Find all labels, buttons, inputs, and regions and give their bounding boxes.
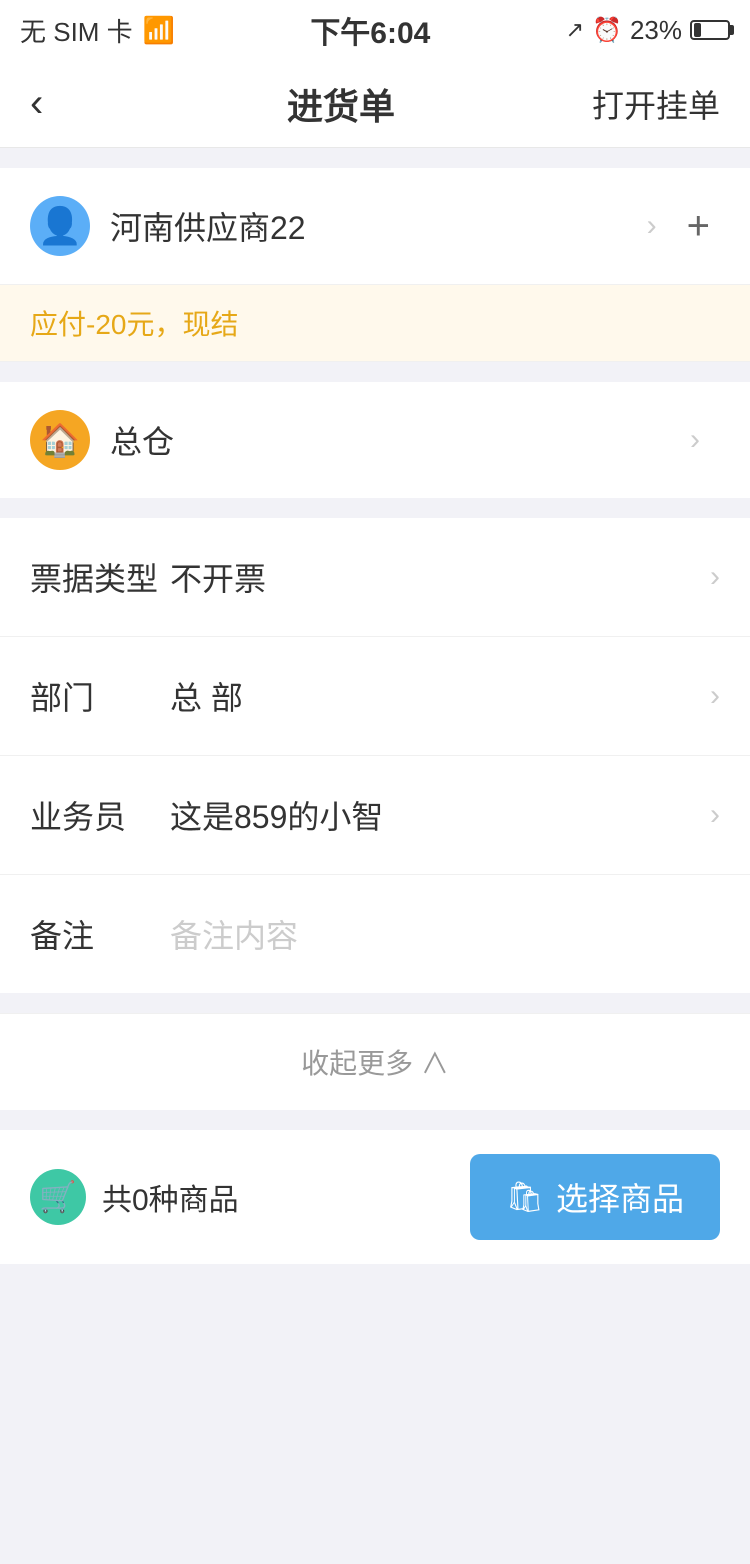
avatar: 👤 [30, 196, 90, 256]
back-button[interactable]: ‹ [30, 81, 90, 126]
wifi-icon: 📶 [143, 15, 175, 46]
add-supplier-button[interactable]: + [677, 204, 720, 249]
chevron-right-icon3: › [710, 560, 720, 594]
invoice-type-row[interactable]: 票据类型 不开票 › [0, 518, 750, 637]
department-label: 部门 [30, 673, 170, 719]
supplier-section: 👤 河南供应商22 › + 应付-20元，现结 [0, 168, 750, 362]
salesperson-label: 业务员 [30, 792, 170, 838]
department-row[interactable]: 部门 总 部 › [0, 637, 750, 756]
product-icon: 🛒 [39, 1180, 76, 1215]
department-value: 总 部 [170, 673, 710, 719]
carrier-text: 无 SIM 卡 [20, 12, 133, 49]
invoice-type-value: 不开票 [170, 554, 710, 600]
product-count-wrap: 🛒 共0种商品 [30, 1169, 239, 1225]
nav-bar: ‹ 进货单 打开挂单 [0, 60, 750, 148]
invoice-type-label: 票据类型 [30, 554, 170, 600]
cart-plus-icon: 🛍 [506, 1180, 544, 1215]
alarm-icon: ⏰ [592, 16, 622, 45]
select-product-label: 选择商品 [556, 1174, 684, 1220]
remark-row[interactable]: 备注 备注内容 [0, 875, 750, 993]
salesperson-row[interactable]: 业务员 这是859的小智 › [0, 756, 750, 875]
notice-text: 应付-20元，现结 [30, 309, 238, 340]
location-icon: ↗ [566, 17, 584, 43]
status-right: ↗ ⏰ 23% [566, 15, 730, 46]
collapse-text: 收起更多 ∧ [301, 1042, 449, 1082]
status-time: 下午6:04 [310, 8, 430, 52]
product-icon-wrap: 🛒 [30, 1169, 86, 1225]
gap2 [0, 362, 750, 382]
warehouse-name: 总仓 [110, 417, 690, 463]
warehouse-section: 🏠 总仓 › [0, 382, 750, 498]
remark-input[interactable]: 备注内容 [170, 911, 720, 957]
chevron-right-icon2: › [690, 423, 700, 457]
status-left: 无 SIM 卡 📶 [20, 12, 175, 49]
remark-label: 备注 [30, 911, 170, 957]
supplier-name: 河南供应商22 [110, 203, 647, 249]
battery-text: 23% [630, 15, 682, 46]
salesperson-value: 这是859的小智 [170, 792, 710, 838]
bottom-bar: 🛒 共0种商品 🛍 选择商品 [0, 1130, 750, 1264]
warehouse-icon: 🏠 [40, 421, 80, 459]
chevron-right-icon: › [647, 209, 657, 243]
person-icon: 👤 [38, 205, 83, 247]
chevron-right-icon4: › [710, 679, 720, 713]
battery-icon [690, 20, 730, 40]
open-pending-button[interactable]: 打开挂单 [592, 81, 720, 127]
product-count-text: 共0种商品 [102, 1175, 239, 1219]
gap1 [0, 148, 750, 168]
status-bar: 无 SIM 卡 📶 下午6:04 ↗ ⏰ 23% [0, 0, 750, 60]
form-section: 票据类型 不开票 › 部门 总 部 › 业务员 这是859的小智 › 备注 备注… [0, 518, 750, 993]
warehouse-row[interactable]: 🏠 总仓 › [0, 382, 750, 498]
chevron-right-icon5: › [710, 798, 720, 832]
page-bg [0, 1264, 750, 1564]
supplier-row[interactable]: 👤 河南供应商22 › + [0, 168, 750, 285]
page-title: 进货单 [287, 78, 395, 130]
notice-bar: 应付-20元，现结 [0, 285, 750, 362]
collapse-row[interactable]: 收起更多 ∧ [0, 1013, 750, 1110]
select-product-button[interactable]: 🛍 选择商品 [470, 1154, 720, 1240]
warehouse-icon-wrap: 🏠 [30, 410, 90, 470]
